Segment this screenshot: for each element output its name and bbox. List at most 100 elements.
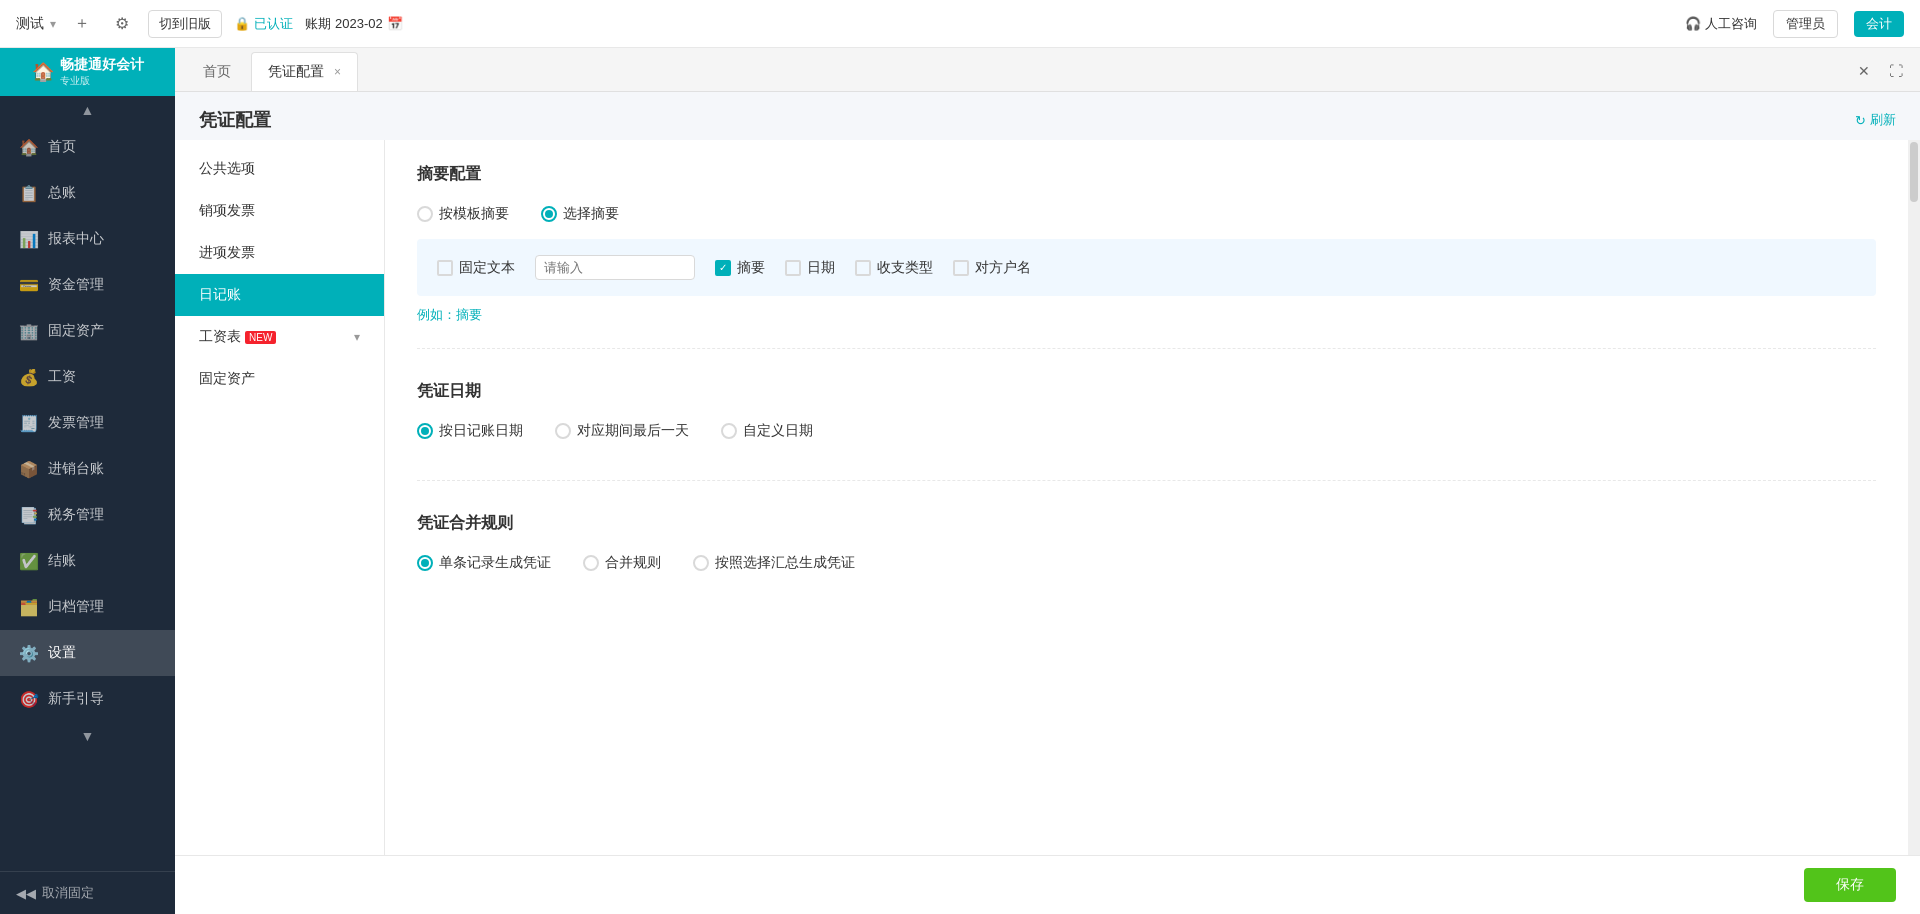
left-nav-item-sales_invoice[interactable]: 销项发票: [175, 190, 384, 232]
sidebar-item-invoice[interactable]: 🧾发票管理: [0, 400, 175, 446]
summary-checkbox-item[interactable]: 摘要: [715, 259, 765, 277]
topbar-right: 🎧 人工咨询 管理员 会计: [1685, 10, 1904, 38]
consult-label: 人工咨询: [1705, 15, 1757, 33]
add-button[interactable]: ＋: [68, 10, 96, 38]
refresh-icon: ↻: [1855, 113, 1866, 128]
date-option-diary[interactable]: 按日记账日期: [417, 422, 523, 440]
merge-rule-radio[interactable]: [583, 555, 599, 571]
sidebar-item-label: 总账: [48, 184, 76, 202]
sidebar-item-label: 设置: [48, 644, 76, 662]
date-option-period-last[interactable]: 对应期间最后一天: [555, 422, 689, 440]
sidebar-item-wage[interactable]: 💰工资: [0, 354, 175, 400]
merge-option-select[interactable]: 按照选择汇总生成凭证: [693, 554, 855, 572]
accountant-button[interactable]: 会计: [1854, 11, 1904, 37]
fixed-text-checkbox[interactable]: [437, 260, 453, 276]
single-radio[interactable]: [417, 555, 433, 571]
left-nav-item-fixed_asset[interactable]: 固定资产: [175, 358, 384, 400]
merge-option-single[interactable]: 单条记录生成凭证: [417, 554, 551, 572]
counterpart-checkbox-item[interactable]: 对方户名: [953, 259, 1031, 277]
left-nav-label-sales_invoice: 销项发票: [199, 202, 360, 220]
date-option-custom[interactable]: 自定义日期: [721, 422, 813, 440]
merge-config-section: 凭证合并规则 单条记录生成凭证 合并规则: [417, 513, 1876, 612]
counterpart-checkbox-label: 对方户名: [975, 259, 1031, 277]
ledger-icon: 📋: [20, 184, 38, 202]
sidebar-scroll-down[interactable]: ▼: [0, 722, 175, 750]
custom-date-radio[interactable]: [721, 423, 737, 439]
right-scrollbar[interactable]: [1908, 140, 1920, 855]
sidebar-item-report[interactable]: 📊 报表中心: [0, 216, 175, 262]
summary-checkbox[interactable]: [715, 260, 731, 276]
left-nav-item-purchase_invoice[interactable]: 进项发票: [175, 232, 384, 274]
template-radio[interactable]: [417, 206, 433, 222]
sidebar-item-label: 固定资产: [48, 322, 104, 340]
custom-date-label: 自定义日期: [743, 422, 813, 440]
tab-home[interactable]: 首页: [187, 53, 247, 91]
summary-section-title: 摘要配置: [417, 164, 1876, 185]
config-area: 摘要配置 按模板摘要 选择摘要: [385, 140, 1908, 855]
left-nav-item-wage_table[interactable]: 工资表NEW▾: [175, 316, 384, 358]
sidebar-item-guide[interactable]: 🎯新手引导: [0, 676, 175, 722]
close-window-icon[interactable]: ✕: [1852, 59, 1876, 83]
project-selector[interactable]: 测试 ▾: [16, 15, 56, 33]
sidebar-item-ledger[interactable]: 📋 总账: [0, 170, 175, 216]
admin-button[interactable]: 管理员: [1773, 10, 1838, 38]
sidebar-item-label: 归档管理: [48, 598, 104, 616]
left-nav-item-diary[interactable]: 日记账: [175, 274, 384, 316]
sidebar-item-fund[interactable]: 💳资金管理: [0, 262, 175, 308]
summary-config-section: 摘要配置 按模板摘要 选择摘要: [417, 164, 1876, 349]
sidebar-item-asset[interactable]: 🏢固定资产: [0, 308, 175, 354]
sidebar-item-settings[interactable]: ⚙️设置: [0, 630, 175, 676]
sidebar-item-label: 工资: [48, 368, 76, 386]
page-footer: 保存: [175, 855, 1920, 914]
merge-option-rule[interactable]: 合并规则: [583, 554, 661, 572]
scroll-thumb[interactable]: [1910, 142, 1918, 202]
consult-button[interactable]: 🎧 人工咨询: [1685, 15, 1757, 33]
verified-badge: 🔒 已认证: [234, 15, 293, 33]
diary-date-radio[interactable]: [417, 423, 433, 439]
logo-icon: 🏠: [32, 61, 54, 83]
merge-section-title: 凭证合并规则: [417, 513, 1876, 534]
sidebar-item-archive[interactable]: 🗂️归档管理: [0, 584, 175, 630]
merge-rule-label: 合并规则: [605, 554, 661, 572]
left-nav-item-public[interactable]: 公共选项: [175, 148, 384, 190]
refresh-button[interactable]: ↻ 刷新: [1855, 111, 1896, 129]
page-container: 凭证配置 ↻ 刷新 公共选项销项发票进项发票日记账工资表NEW▾固定资产 摘要配…: [175, 92, 1920, 914]
tab-voucher-config[interactable]: 凭证配置 ×: [251, 52, 358, 91]
sidebar-scroll-up[interactable]: ▲: [0, 96, 175, 124]
counterpart-checkbox[interactable]: [953, 260, 969, 276]
chevron-wage_table-icon: ▾: [354, 330, 360, 344]
example-text: 例如：摘要: [417, 306, 1876, 324]
sidebar-item-home[interactable]: 🏠首页: [0, 124, 175, 170]
calendar-icon[interactable]: 📅: [387, 16, 403, 31]
headset-icon: 🎧: [1685, 16, 1701, 31]
sidebar-item-label: 报表中心: [48, 230, 104, 248]
select-radio[interactable]: [541, 206, 557, 222]
sidebar-item-label: 发票管理: [48, 414, 104, 432]
sidebar-item-tax[interactable]: 📑税务管理: [0, 492, 175, 538]
summary-option-select[interactable]: 选择摘要: [541, 205, 619, 223]
left-nav-label-wage_table: 工资表NEW▾: [199, 328, 360, 346]
new-badge-wage_table: NEW: [245, 331, 276, 344]
summary-option-template[interactable]: 按模板摘要: [417, 205, 509, 223]
tab-close-icon[interactable]: ×: [334, 65, 341, 79]
income-type-checkbox-item[interactable]: 收支类型: [855, 259, 933, 277]
project-chevron-icon: ▾: [50, 17, 56, 31]
sidebar-item-sales[interactable]: 📦进销台账: [0, 446, 175, 492]
select-merge-radio[interactable]: [693, 555, 709, 571]
cancel-pin-button[interactable]: ◀◀ 取消固定: [0, 871, 175, 914]
save-button[interactable]: 保存: [1804, 868, 1896, 902]
date-checkbox[interactable]: [785, 260, 801, 276]
maximize-window-icon[interactable]: ⛶: [1884, 59, 1908, 83]
sidebar-item-settle[interactable]: ✅结账: [0, 538, 175, 584]
fixed-text-checkbox-item[interactable]: 固定文本: [437, 259, 515, 277]
report-icon: 📊: [20, 230, 38, 248]
income-type-checkbox[interactable]: [855, 260, 871, 276]
fixed-text-input[interactable]: [535, 255, 695, 280]
period-last-radio[interactable]: [555, 423, 571, 439]
sidebar-item-label: 资金管理: [48, 276, 104, 294]
merge-radio-group: 单条记录生成凭证 合并规则 按照选择汇总生成凭证: [417, 554, 1876, 572]
example-value: 摘要: [456, 307, 482, 322]
date-checkbox-item[interactable]: 日期: [785, 259, 835, 277]
old-version-button[interactable]: 切到旧版: [148, 10, 222, 38]
settings-icon[interactable]: ⚙: [108, 10, 136, 38]
